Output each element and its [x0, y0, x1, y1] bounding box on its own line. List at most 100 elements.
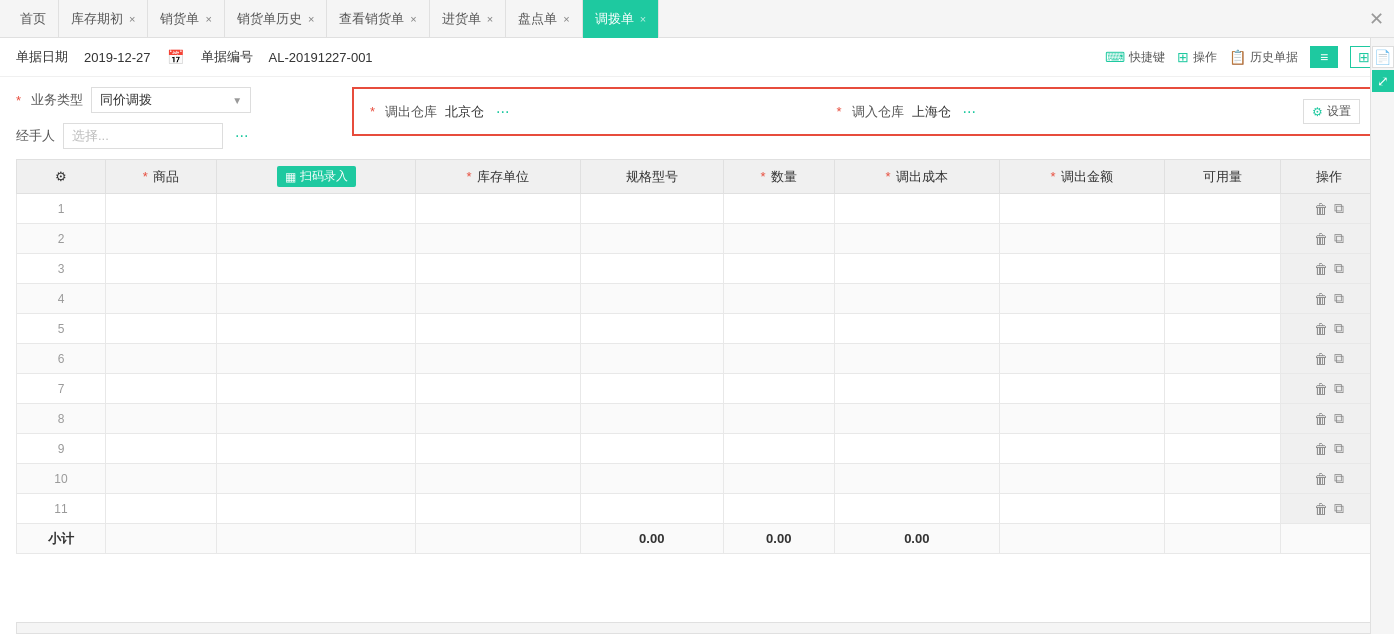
copy-icon-8[interactable]: ⧉	[1334, 410, 1344, 427]
delete-icon-2[interactable]: 🗑	[1314, 231, 1328, 247]
transfer-out-more-button[interactable]: ···	[492, 103, 513, 121]
copy-icon-9[interactable]: ⧉	[1334, 440, 1344, 457]
handler-more-button[interactable]: ···	[231, 127, 252, 145]
row-quantity-8[interactable]	[580, 404, 723, 434]
delete-icon-4[interactable]: 🗑	[1314, 291, 1328, 307]
tab-purchase-order[interactable]: 进货单 ×	[430, 0, 506, 38]
row-cost-5[interactable]	[723, 314, 834, 344]
tab-view-sales[interactable]: 查看销货单 ×	[327, 0, 429, 38]
copy-icon-4[interactable]: ⧉	[1334, 290, 1344, 307]
business-type-value: 同价调拨	[100, 91, 228, 109]
row-cost-7[interactable]	[723, 374, 834, 404]
tab-close-purchase-order[interactable]: ×	[487, 13, 493, 25]
copy-icon-11[interactable]: ⧉	[1334, 500, 1344, 517]
tab-sales-order[interactable]: 销货单 ×	[148, 0, 224, 38]
column-scan[interactable]: ▦ 扫码录入	[217, 160, 416, 194]
number-label: 单据编号	[201, 48, 253, 66]
row-cost-2[interactable]	[723, 224, 834, 254]
row-product-4[interactable]	[106, 284, 217, 314]
copy-icon-2[interactable]: ⧉	[1334, 230, 1344, 247]
row-cost-11[interactable]	[723, 494, 834, 524]
row-quantity-4[interactable]	[580, 284, 723, 314]
transfer-out-value[interactable]: 北京仓	[445, 103, 484, 121]
tab-home[interactable]: 首页	[8, 0, 59, 38]
row-cost-3[interactable]	[723, 254, 834, 284]
delete-icon-5[interactable]: 🗑	[1314, 321, 1328, 337]
tab-sales-history[interactable]: 销货单历史 ×	[225, 0, 327, 38]
tab-close-sales-history[interactable]: ×	[308, 13, 314, 25]
row-product-7[interactable]	[106, 374, 217, 404]
copy-icon-3[interactable]: ⧉	[1334, 260, 1344, 277]
column-settings[interactable]: ⚙	[17, 160, 106, 194]
history-button[interactable]: 📋 历史单据	[1229, 49, 1298, 66]
sidebar-expand-icon[interactable]: ⤢	[1372, 70, 1394, 92]
copy-icon-10[interactable]: ⧉	[1334, 470, 1344, 487]
delete-icon-1[interactable]: 🗑	[1314, 201, 1328, 217]
row-cost-4[interactable]	[723, 284, 834, 314]
row-quantity-3[interactable]	[580, 254, 723, 284]
tab-close-inventory-check[interactable]: ×	[563, 13, 569, 25]
tab-close-inventory-init[interactable]: ×	[129, 13, 135, 25]
row-placeholder-1	[1164, 194, 1280, 224]
row-product-3[interactable]	[106, 254, 217, 284]
window-close-button[interactable]: ✕	[1369, 8, 1384, 30]
row-quantity-5[interactable]	[580, 314, 723, 344]
row-quantity-7[interactable]	[580, 374, 723, 404]
calendar-icon[interactable]: 📅	[167, 48, 185, 66]
row-product-6[interactable]	[106, 344, 217, 374]
row-quantity-1[interactable]	[580, 194, 723, 224]
delete-icon-11[interactable]: 🗑	[1314, 501, 1328, 517]
row-product-2[interactable]	[106, 224, 217, 254]
list-view-button[interactable]: ≡	[1310, 46, 1338, 68]
row-cost-10[interactable]	[723, 464, 834, 494]
row-quantity-10[interactable]	[580, 464, 723, 494]
row-product-11[interactable]	[106, 494, 217, 524]
shortcut-button[interactable]: ⌨ 快捷键	[1105, 49, 1165, 66]
delete-icon-3[interactable]: 🗑	[1314, 261, 1328, 277]
copy-icon-1[interactable]: ⧉	[1334, 200, 1344, 217]
tab-close-transfer-order[interactable]: ×	[640, 13, 646, 25]
business-type-select[interactable]: 同价调拨 ▼	[91, 87, 251, 113]
delete-icon-8[interactable]: 🗑	[1314, 411, 1328, 427]
row-product-9[interactable]	[106, 434, 217, 464]
gear-icon: ⚙	[1312, 105, 1323, 119]
operation-button[interactable]: ⊞ 操作	[1177, 49, 1217, 66]
delete-icon-7[interactable]: 🗑	[1314, 381, 1328, 397]
row-product-10[interactable]	[106, 464, 217, 494]
row-quantity-2[interactable]	[580, 224, 723, 254]
scan-button[interactable]: ▦ 扫码录入	[277, 166, 356, 187]
delete-icon-9[interactable]: 🗑	[1314, 441, 1328, 457]
row-quantity-6[interactable]	[580, 344, 723, 374]
copy-icon-7[interactable]: ⧉	[1334, 380, 1344, 397]
delete-icon-6[interactable]: 🗑	[1314, 351, 1328, 367]
tab-inventory-init[interactable]: 库存期初 ×	[59, 0, 148, 38]
tab-close-view-sales[interactable]: ×	[410, 13, 416, 25]
business-type-required: *	[16, 93, 21, 108]
sidebar-note-icon[interactable]: 📄	[1372, 46, 1394, 68]
row-cost-1[interactable]	[723, 194, 834, 224]
transfer-in-value[interactable]: 上海仓	[912, 103, 951, 121]
row-unit-6	[217, 344, 416, 374]
settings-button[interactable]: ⚙ 设置	[1303, 99, 1360, 124]
tab-inventory-check[interactable]: 盘点单 ×	[506, 0, 582, 38]
handler-select[interactable]: 选择...	[63, 123, 223, 149]
row-quantity-11[interactable]	[580, 494, 723, 524]
row-cost-9[interactable]	[723, 434, 834, 464]
data-grid: ⚙ * 商品 ▦ 扫码录入 * 库存单位 规	[16, 159, 1378, 622]
row-product-1[interactable]	[106, 194, 217, 224]
copy-icon-6[interactable]: ⧉	[1334, 350, 1344, 367]
row-product-5[interactable]	[106, 314, 217, 344]
date-value[interactable]: 2019-12-27	[84, 50, 151, 65]
row-product-8[interactable]	[106, 404, 217, 434]
subtotal-action	[1280, 524, 1377, 554]
row-quantity-9[interactable]	[580, 434, 723, 464]
transfer-in-more-button[interactable]: ···	[959, 103, 980, 121]
delete-icon-10[interactable]: 🗑	[1314, 471, 1328, 487]
row-cost-8[interactable]	[723, 404, 834, 434]
copy-icon-5[interactable]: ⧉	[1334, 320, 1344, 337]
horizontal-scrollbar[interactable]	[16, 622, 1378, 634]
handler-row: 经手人 选择... ···	[16, 123, 336, 149]
row-cost-6[interactable]	[723, 344, 834, 374]
tab-transfer-order[interactable]: 调拨单 ×	[583, 0, 659, 38]
tab-close-sales-order[interactable]: ×	[205, 13, 211, 25]
